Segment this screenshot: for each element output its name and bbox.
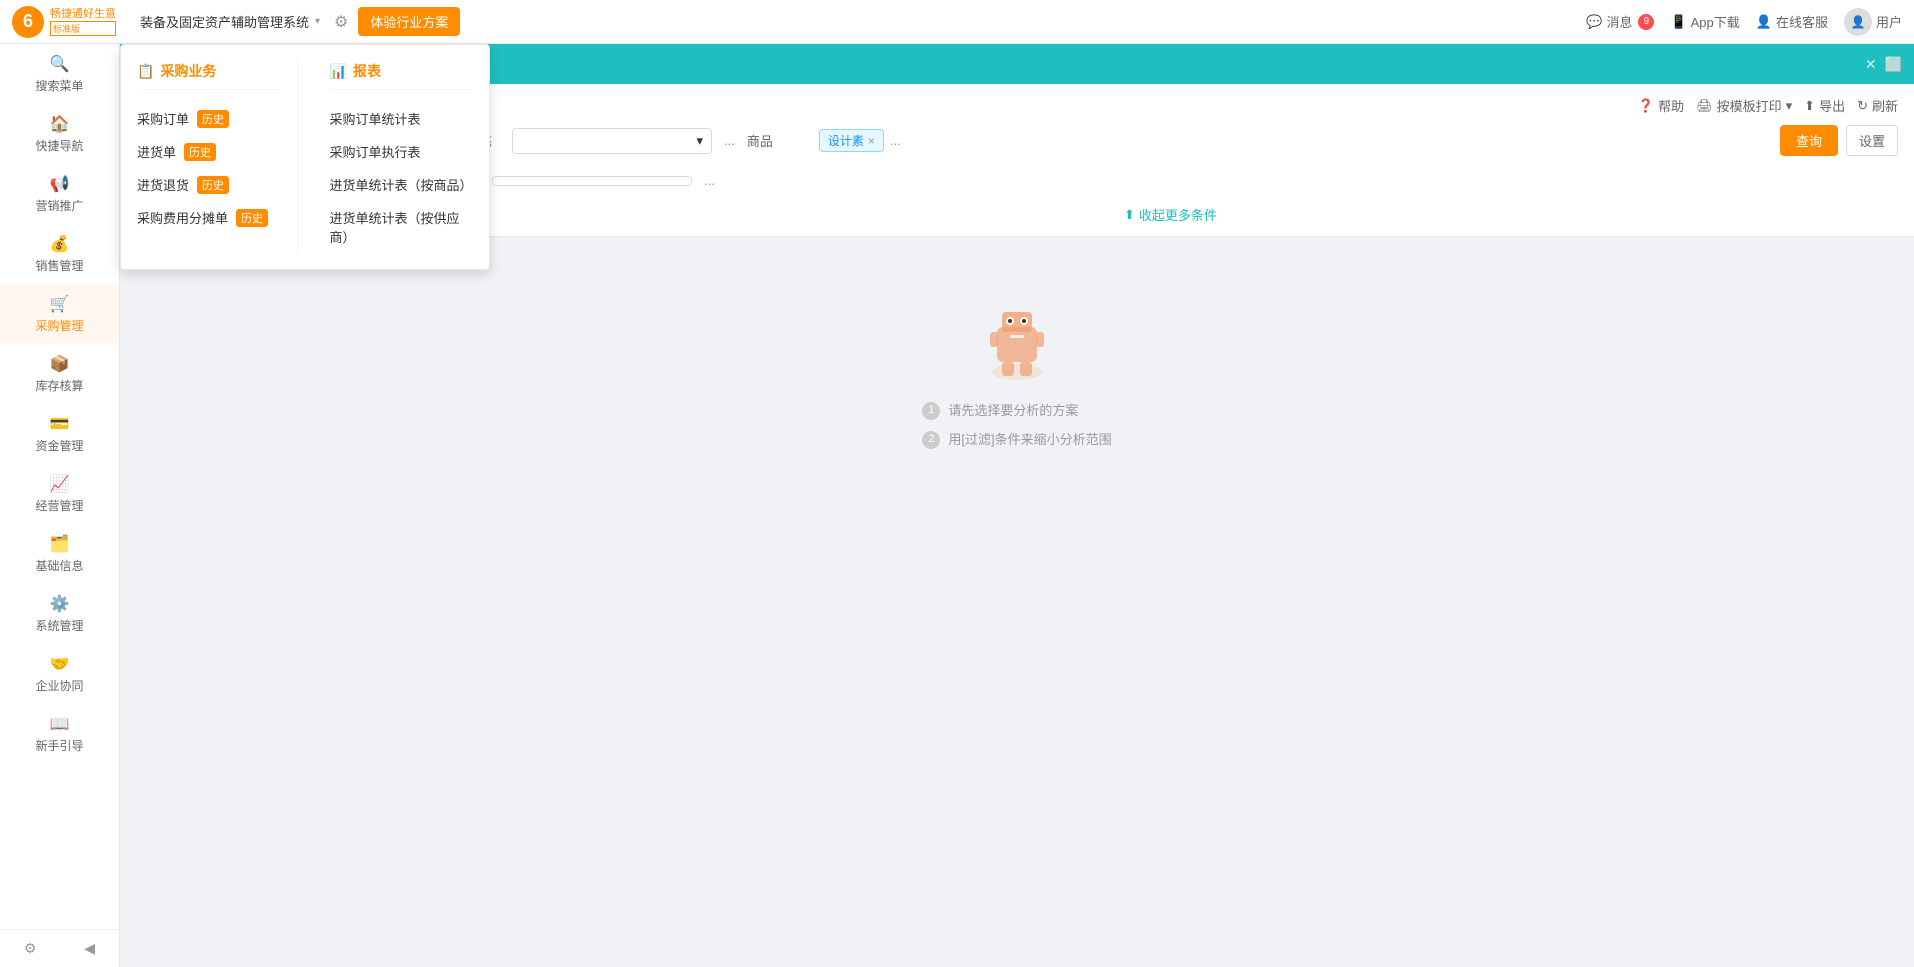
dropdown-item[interactable]: 采购费用分摊单历史 <box>137 201 281 234</box>
dropdown-item[interactable]: 进货单历史 <box>137 135 281 168</box>
col1-icon: 📋 <box>137 63 154 80</box>
dropdown-item-label: 进货退货 <box>137 175 189 194</box>
col1-items: 采购订单历史进货单历史进货退货历史采购费用分摊单历史 <box>137 102 281 234</box>
dropdown-item-label: 采购订单执行表 <box>330 142 421 161</box>
history-badge: 历史 <box>236 209 268 227</box>
dropdown-item[interactable]: 采购订单执行表 <box>330 135 474 168</box>
dropdown-item-label: 采购订单统计表 <box>330 109 421 128</box>
dropdown-divider <box>297 61 298 253</box>
dropdown-col-purchase: 📋 采购业务 采购订单历史进货单历史进货退货历史采购费用分摊单历史 <box>137 61 281 253</box>
history-badge: 历史 <box>197 110 229 128</box>
dropdown-item-label: 进货单统计表（按商品） <box>330 175 473 194</box>
dropdown-menu: 📋 采购业务 采购订单历史进货单历史进货退货历史采购费用分摊单历史 📊 报表 采… <box>120 44 490 270</box>
col2-icon: 📊 <box>330 63 347 80</box>
dropdown-item[interactable]: 进货单统计表（按商品） <box>330 168 474 201</box>
col2-title: 📊 报表 <box>330 61 474 90</box>
col2-items: 采购订单统计表采购订单执行表进货单统计表（按商品） 进货单统计表（按供应商） <box>330 102 474 253</box>
dropdown-item[interactable]: 采购订单历史 <box>137 102 281 135</box>
col1-title: 📋 采购业务 <box>137 61 281 90</box>
dropdown-item[interactable]: 进货退货历史 <box>137 168 281 201</box>
dropdown-col-report: 📊 报表 采购订单统计表采购订单执行表进货单统计表（按商品） 进货单统计表（按供应… <box>314 61 474 253</box>
dropdown-overlay: 📋 采购业务 采购订单历史进货单历史进货退货历史采购费用分摊单历史 📊 报表 采… <box>120 44 490 270</box>
dropdown-item[interactable]: 进货单统计表（按供应商） <box>330 201 474 253</box>
dropdown-item-label: 进货单 <box>137 142 176 161</box>
history-badge: 历史 <box>197 176 229 194</box>
dropdown-item-label: 采购费用分摊单 <box>137 208 228 227</box>
dropdown-cols: 📋 采购业务 采购订单历史进货单历史进货退货历史采购费用分摊单历史 📊 报表 采… <box>137 61 473 253</box>
dropdown-item-label: 进货单统计表（按供应商） <box>330 208 474 246</box>
history-badge: 历史 <box>184 143 216 161</box>
dropdown-item-label: 采购订单 <box>137 109 189 128</box>
dropdown-item[interactable]: 采购订单统计表 <box>330 102 474 135</box>
